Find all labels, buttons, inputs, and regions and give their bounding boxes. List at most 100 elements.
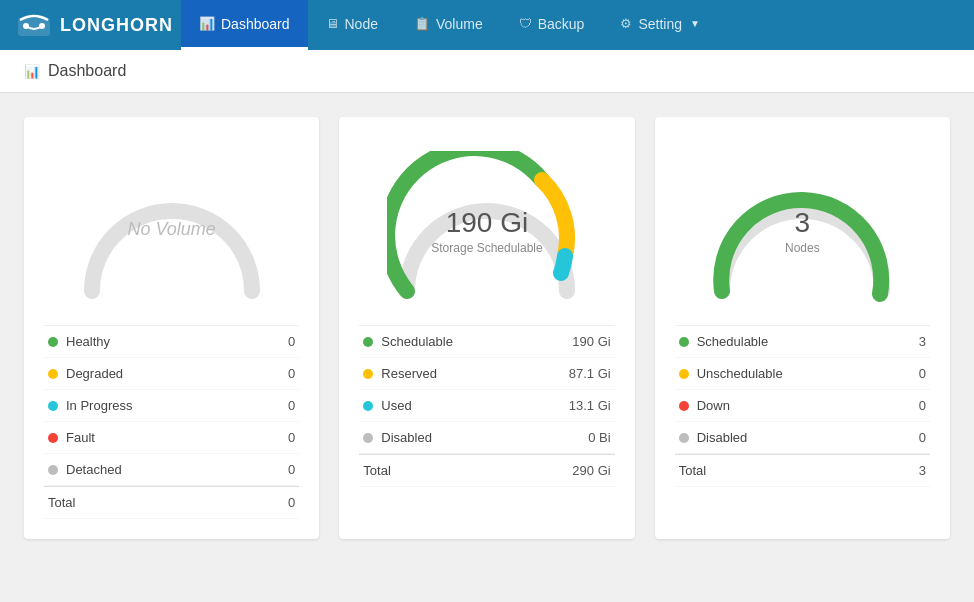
nodes-unschedulable-label: Unschedulable	[697, 366, 783, 381]
nav-dashboard[interactable]: 📊 Dashboard	[181, 0, 308, 50]
setting-chevron-icon: ▼	[690, 18, 700, 29]
nodes-unschedulable-value: 0	[919, 366, 926, 381]
nav-setting-label: Setting	[638, 16, 682, 32]
storage-disabled-value: 0 Bi	[588, 430, 610, 445]
brand-name: LONGHORN	[60, 15, 173, 36]
brand: LONGHORN	[16, 10, 173, 40]
nodes-gauge-container: 3 Nodes	[675, 137, 930, 317]
main-content: No Volume Healthy 0 Degraded 0	[0, 93, 974, 563]
nav-setting[interactable]: ⚙ Setting ▼	[602, 0, 718, 50]
volume-stat-degraded: Degraded 0	[44, 358, 299, 390]
volume-stat-inprogress: In Progress 0	[44, 390, 299, 422]
volume-stat-detached: Detached 0	[44, 454, 299, 486]
fault-value: 0	[288, 430, 295, 445]
storage-used-label: Used	[381, 398, 411, 413]
nav-backup-label: Backup	[538, 16, 585, 32]
volume-gauge-container: No Volume	[44, 137, 299, 317]
nodes-gauge-value: 3	[785, 208, 820, 239]
nodes-disabled-dot	[679, 433, 689, 443]
nodes-card: 3 Nodes Schedulable 3 Unschedulable 0	[655, 117, 950, 539]
volume-stat-fault: Fault 0	[44, 422, 299, 454]
volume-total-value: 0	[288, 495, 295, 510]
inprogress-label: In Progress	[66, 398, 132, 413]
storage-reserved-value: 87.1 Gi	[569, 366, 611, 381]
storage-gauge-sublabel: Storage Schedulable	[431, 241, 542, 255]
nodes-down-dot	[679, 401, 689, 411]
healthy-label: Healthy	[66, 334, 110, 349]
degraded-dot	[48, 369, 58, 379]
storage-stat-disabled: Disabled 0 Bi	[359, 422, 614, 454]
detached-label: Detached	[66, 462, 122, 477]
nodes-total-value: 3	[919, 463, 926, 478]
nodes-down-value: 0	[919, 398, 926, 413]
nodes-stat-disabled: Disabled 0	[675, 422, 930, 454]
volume-total-row: Total 0	[44, 486, 299, 519]
nav-items: 📊 Dashboard 🖥 Node 📋 Volume 🛡 Backup ⚙ S…	[181, 0, 718, 50]
storage-stat-table: Schedulable 190 Gi Reserved 87.1 Gi Used…	[359, 325, 614, 487]
dashboard-icon: 📊	[199, 16, 215, 31]
fault-dot	[48, 433, 58, 443]
nodes-schedulable-value: 3	[919, 334, 926, 349]
nodes-disabled-value: 0	[919, 430, 926, 445]
no-volume-text: No Volume	[127, 219, 215, 240]
volume-stat-table: Healthy 0 Degraded 0 In Progress 0	[44, 325, 299, 519]
nav-dashboard-label: Dashboard	[221, 16, 290, 32]
nodes-down-label: Down	[697, 398, 730, 413]
nodes-total-row: Total 3	[675, 454, 930, 487]
fault-label: Fault	[66, 430, 95, 445]
storage-gauge-label: 190 Gi Storage Schedulable	[431, 208, 542, 255]
volume-icon: 📋	[414, 16, 430, 31]
degraded-value: 0	[288, 366, 295, 381]
node-icon: 🖥	[326, 16, 339, 31]
volume-stat-healthy: Healthy 0	[44, 326, 299, 358]
nav-volume[interactable]: 📋 Volume	[396, 0, 501, 50]
brand-logo	[16, 10, 52, 40]
storage-total-value: 290 Gi	[572, 463, 610, 478]
healthy-dot	[48, 337, 58, 347]
storage-stat-schedulable: Schedulable 190 Gi	[359, 326, 614, 358]
page-header-icon: 📊	[24, 64, 40, 79]
nodes-schedulable-label: Schedulable	[697, 334, 769, 349]
nodes-stat-down: Down 0	[675, 390, 930, 422]
storage-gauge-value: 190 Gi	[431, 208, 542, 239]
inprogress-dot	[48, 401, 58, 411]
storage-used-dot	[363, 401, 373, 411]
volume-gauge-label: No Volume	[127, 219, 215, 240]
nodes-stat-schedulable: Schedulable 3	[675, 326, 930, 358]
nodes-unschedulable-dot	[679, 369, 689, 379]
storage-total-row: Total 290 Gi	[359, 454, 614, 487]
degraded-label: Degraded	[66, 366, 123, 381]
setting-icon: ⚙	[620, 16, 632, 31]
nav-volume-label: Volume	[436, 16, 483, 32]
storage-schedulable-dot	[363, 337, 373, 347]
volume-card: No Volume Healthy 0 Degraded 0	[24, 117, 319, 539]
storage-schedulable-value: 190 Gi	[572, 334, 610, 349]
nav-node-label: Node	[345, 16, 378, 32]
storage-disabled-dot	[363, 433, 373, 443]
nodes-total-label: Total	[679, 463, 706, 478]
storage-disabled-label: Disabled	[381, 430, 432, 445]
detached-dot	[48, 465, 58, 475]
page-header: 📊 Dashboard	[0, 50, 974, 93]
storage-card: 190 Gi Storage Schedulable Schedulable 1…	[339, 117, 634, 539]
detached-value: 0	[288, 462, 295, 477]
nodes-schedulable-dot	[679, 337, 689, 347]
volume-total-label: Total	[48, 495, 75, 510]
nodes-stat-table: Schedulable 3 Unschedulable 0 Down 0	[675, 325, 930, 487]
navbar: LONGHORN 📊 Dashboard 🖥 Node 📋 Volume 🛡 B…	[0, 0, 974, 50]
storage-reserved-dot	[363, 369, 373, 379]
storage-schedulable-label: Schedulable	[381, 334, 453, 349]
inprogress-value: 0	[288, 398, 295, 413]
nodes-disabled-label: Disabled	[697, 430, 748, 445]
svg-rect-0	[18, 18, 50, 36]
backup-icon: 🛡	[519, 16, 532, 31]
storage-gauge-container: 190 Gi Storage Schedulable	[359, 137, 614, 317]
nav-node[interactable]: 🖥 Node	[308, 0, 396, 50]
healthy-value: 0	[288, 334, 295, 349]
nodes-stat-unschedulable: Unschedulable 0	[675, 358, 930, 390]
storage-stat-used: Used 13.1 Gi	[359, 390, 614, 422]
nav-backup[interactable]: 🛡 Backup	[501, 0, 603, 50]
storage-stat-reserved: Reserved 87.1 Gi	[359, 358, 614, 390]
storage-total-label: Total	[363, 463, 390, 478]
storage-reserved-label: Reserved	[381, 366, 437, 381]
